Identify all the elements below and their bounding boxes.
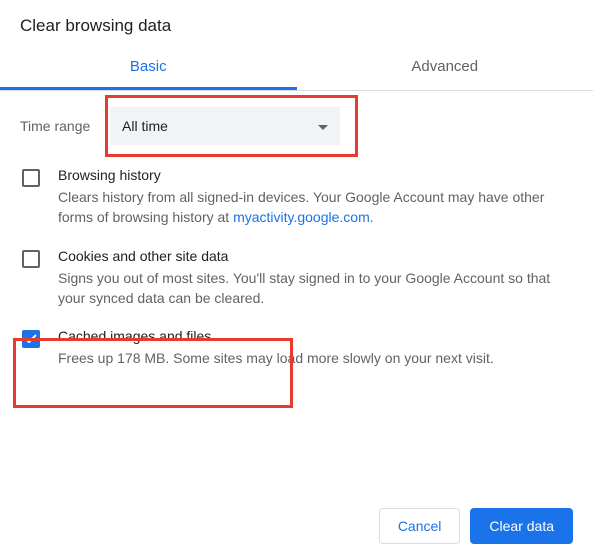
myactivity-link[interactable]: myactivity.google.com (233, 209, 370, 225)
time-range-row: Time range All time (0, 91, 593, 157)
checkbox-browsing-history[interactable] (22, 169, 40, 187)
dialog-title: Clear browsing data (0, 0, 593, 46)
item-title: Browsing history (58, 167, 573, 183)
tabs: Basic Advanced (0, 46, 593, 91)
item-title: Cached images and files (58, 328, 573, 344)
tab-basic[interactable]: Basic (0, 46, 297, 90)
item-browsing-history: Browsing history Clears history from all… (0, 157, 593, 238)
clear-data-button[interactable]: Clear data (470, 508, 573, 544)
item-desc: Signs you out of most sites. You'll stay… (58, 268, 573, 309)
checkbox-cached[interactable] (22, 330, 40, 348)
dialog-footer: Cancel Clear data (379, 508, 573, 544)
item-desc: Clears history from all signed-in device… (58, 187, 573, 228)
item-cached: Cached images and files Frees up 178 MB.… (0, 318, 593, 378)
item-title: Cookies and other site data (58, 248, 573, 264)
item-cookies: Cookies and other site data Signs you ou… (0, 238, 593, 319)
item-desc: Frees up 178 MB. Some sites may load mor… (58, 348, 573, 368)
time-range-value: All time (122, 118, 168, 134)
cancel-button[interactable]: Cancel (379, 508, 461, 544)
time-range-label: Time range (20, 118, 110, 134)
tab-advanced[interactable]: Advanced (297, 46, 593, 90)
time-range-select[interactable]: All time (110, 107, 340, 145)
chevron-down-icon (318, 118, 328, 134)
checkbox-cookies[interactable] (22, 250, 40, 268)
